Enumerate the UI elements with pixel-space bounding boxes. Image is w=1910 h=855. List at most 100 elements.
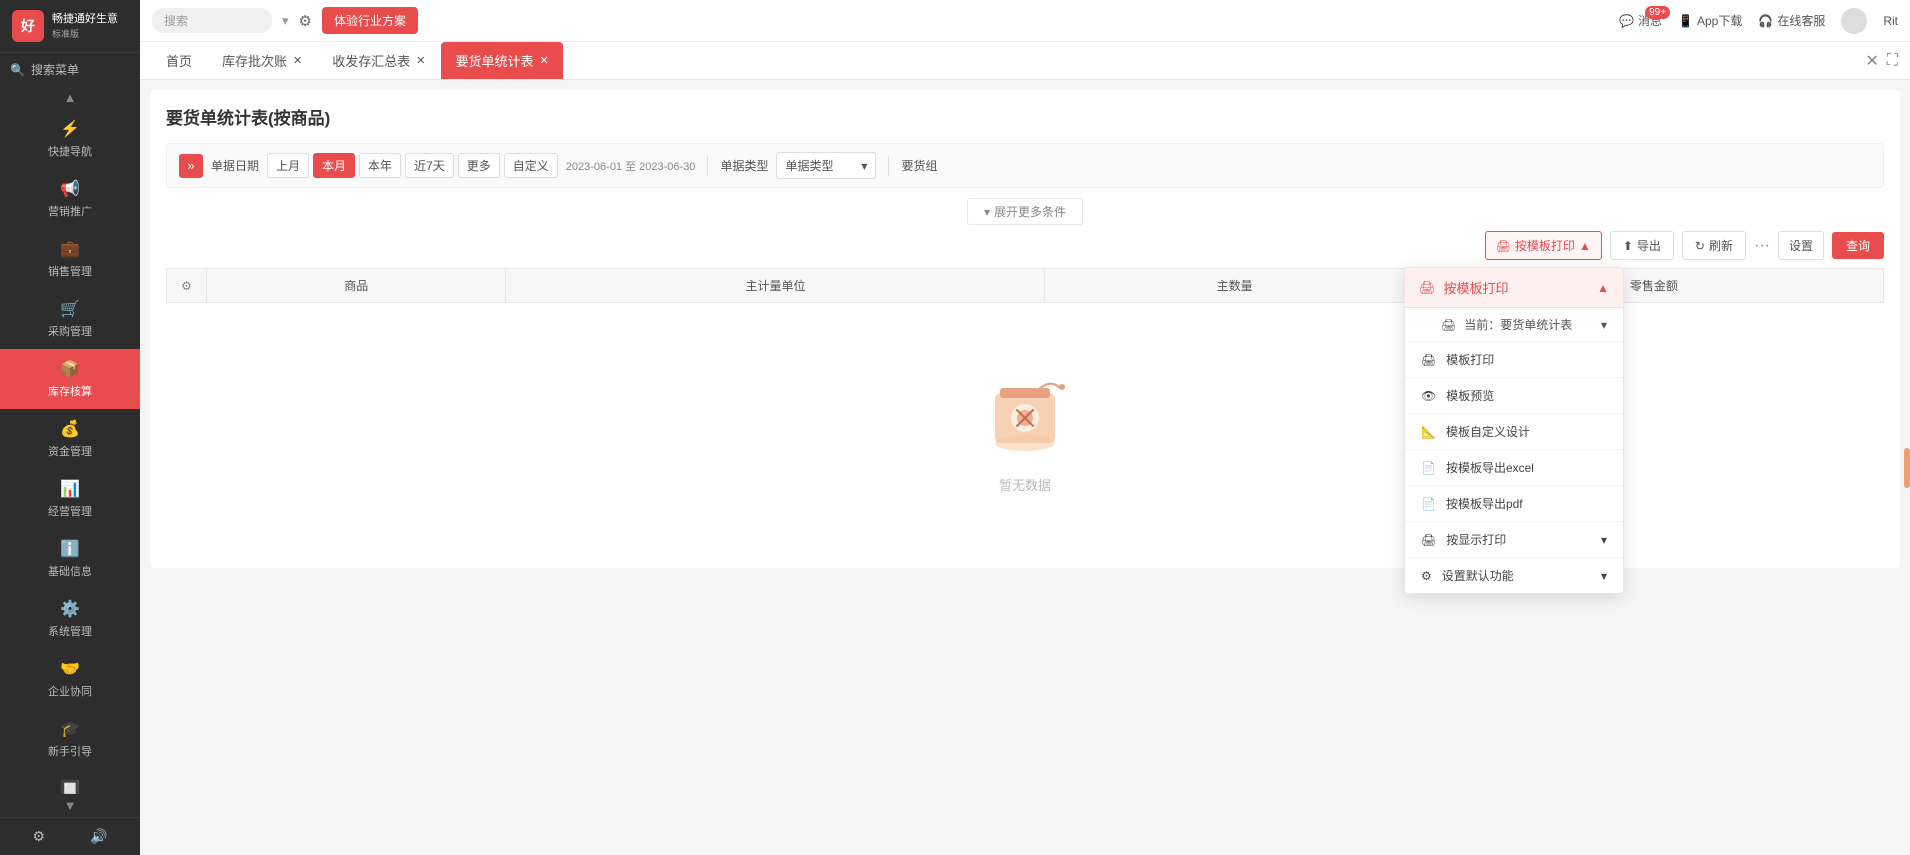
sidebar-item-inventory[interactable]: 📦 库存核算	[0, 349, 140, 409]
date-btn-custom[interactable]: 自定义	[504, 153, 558, 178]
select-chevron-icon: ▾	[861, 159, 867, 173]
sidebar-item-finance[interactable]: 💰 资金管理	[0, 409, 140, 469]
sidebar-item-purchase[interactable]: 🛒 采购管理	[0, 289, 140, 349]
date-btn-7days[interactable]: 近7天	[405, 153, 454, 178]
expand-arrow-icon: ▾	[984, 205, 990, 219]
dropdown-close-chevron[interactable]: ▲	[1597, 281, 1609, 295]
sidebar-speaker-btn[interactable]: 🔊	[90, 828, 107, 845]
filter-expand-btn[interactable]: »	[179, 154, 203, 178]
tab-inventory-batch[interactable]: 库存批次账 ✕	[208, 42, 316, 79]
template-design-item[interactable]: 📐 模板自定义设计	[1405, 414, 1623, 450]
set-default-icon: ⚙	[1421, 569, 1432, 583]
empty-text: 暂无数据	[999, 475, 1051, 494]
table-settings-icon[interactable]: ⚙	[181, 279, 192, 293]
sidebar-item-marketing[interactable]: 📢 营销推广	[0, 169, 140, 229]
template-print-item[interactable]: 🖨 模板打印	[1405, 342, 1623, 378]
user-avatar[interactable]	[1841, 8, 1867, 34]
tab-expand-btn[interactable]: ⛶	[1887, 52, 1898, 70]
sidebar-item-operation[interactable]: 📊 经营管理	[0, 469, 140, 529]
sidebar-item-basic[interactable]: ℹ️ 基础信息	[0, 529, 140, 589]
filter-bar: » 单据日期 上月 本月 本年 近7天 更多 自定义 2023-06-01 至 …	[166, 143, 1884, 188]
order-type-select[interactable]: 单据类型 ▾	[776, 152, 876, 179]
template-print-icon: 🖨	[1421, 353, 1436, 367]
topbar-gear-icon[interactable]: ⚙	[299, 12, 312, 30]
refresh-btn[interactable]: ↻ 刷新	[1682, 231, 1746, 260]
more-options-btn[interactable]: ···	[1754, 237, 1770, 255]
sidebar-item-coop[interactable]: 🤝 企业协同	[0, 649, 140, 709]
template-preview-item[interactable]: 👁 模板预览	[1405, 378, 1623, 414]
tab-close-btn[interactable]: ✕	[1865, 51, 1878, 71]
app-logo-text: 畅捷通好生意 标准版	[52, 12, 118, 39]
filter-divider2	[888, 156, 889, 176]
template-pdf-icon: 📄	[1421, 497, 1436, 511]
export-btn[interactable]: ⬆ 导出	[1610, 231, 1674, 260]
message-icon: 💬	[1619, 14, 1634, 28]
online-service-btn[interactable]: 🎧 在线客服	[1758, 12, 1825, 29]
topbar-search-box[interactable]: 搜索	[152, 8, 272, 33]
search-icon: 🔍	[10, 63, 25, 77]
sidebar-item-sales[interactable]: 💼 销售管理	[0, 229, 140, 289]
query-btn[interactable]: 查询	[1832, 232, 1884, 259]
print-dropdown-icon: 🖨	[1419, 280, 1436, 296]
filter-divider	[707, 156, 708, 176]
print-chevron-icon: ▲	[1579, 239, 1591, 253]
resize-handle[interactable]	[1904, 448, 1910, 488]
avatar-image	[1841, 8, 1867, 34]
date-btn-last-month[interactable]: 上月	[267, 153, 309, 178]
tab-receivables[interactable]: 收发存汇总表 ✕	[318, 42, 439, 79]
sidebar-settings-btn[interactable]: ⚙	[33, 828, 46, 845]
settings-btn[interactable]: 设置	[1778, 231, 1824, 260]
print-dropdown: 🖨 按模板打印 ▲ 🖨 当前：要货单统计表 ▾ 🖨	[1404, 267, 1624, 594]
trial-btn[interactable]: 体验行业方案	[322, 7, 418, 34]
topbar-actions: 💬 消息 99+ 📱 App下载 🎧 在线客服 Rit	[1619, 8, 1898, 34]
template-pdf-item[interactable]: 📄 按模板导出pdf	[1405, 486, 1623, 522]
display-print-item[interactable]: 🖨 按显示打印 ▾	[1405, 522, 1623, 558]
expand-more-btn[interactable]: ▾ 展开更多条件	[967, 198, 1083, 225]
col-quantity: 主数量	[1045, 269, 1424, 303]
data-table: ⚙ 商品 主计量单位 主数量 零售金额	[166, 268, 1884, 303]
tab-order-stats[interactable]: 要货单统计表 ✕	[441, 42, 562, 79]
tab-close-receivables[interactable]: ✕	[416, 54, 425, 67]
date-options: 上月 本月 本年 近7天 更多 自定义	[267, 153, 558, 178]
sidebar-scroll-up[interactable]: ▲	[0, 86, 140, 109]
date-btn-more[interactable]: 更多	[458, 153, 500, 178]
template-excel-item[interactable]: 📄 按模板导出excel	[1405, 450, 1623, 486]
template-preview-icon: 👁	[1421, 389, 1436, 403]
system-icon: ⚙️	[60, 599, 80, 619]
tab-close-inventory-batch[interactable]: ✕	[293, 54, 302, 67]
sidebar-item-newbie[interactable]: 🎓 新手引导	[0, 709, 140, 769]
username-label: Rit	[1883, 14, 1898, 28]
date-btn-this-month[interactable]: 本月	[313, 153, 355, 178]
page-inner: 要货单统计表(按商品) » 单据日期 上月 本月 本年 近7天 更多 自定义 2…	[150, 90, 1900, 568]
set-default-item[interactable]: ⚙ 设置默认功能 ▾	[1405, 558, 1623, 593]
display-print-chevron: ▾	[1601, 533, 1607, 547]
export-icon: ⬆	[1623, 239, 1633, 253]
current-chevron-icon: ▾	[1601, 318, 1607, 332]
tabs-right-controls: ✕ ⛶	[1865, 51, 1898, 71]
tab-home[interactable]: 首页	[152, 42, 206, 79]
print-dropdown-header[interactable]: 🖨 按模板打印 ▲	[1405, 268, 1623, 308]
print-template-btn[interactable]: 🖨 按模板打印 ▲	[1485, 231, 1602, 260]
expand-row: ▾ 展开更多条件	[166, 198, 1884, 225]
operation-icon: 📊	[60, 479, 80, 499]
sidebar-item-appstore[interactable]: 🔲 应用中心	[0, 769, 140, 794]
message-btn[interactable]: 💬 消息 99+	[1619, 12, 1662, 29]
sidebar-items: ⚡ 快捷导航 📢 营销推广 💼 销售管理 🛒 采购管理 📦 库存核算 💰 资金管…	[0, 109, 140, 794]
inventory-icon: 📦	[60, 359, 80, 379]
current-template-item[interactable]: 🖨 当前：要货单统计表 ▾	[1405, 308, 1623, 342]
quick-nav-icon: ⚡	[60, 119, 80, 139]
table-header: ⚙ 商品 主计量单位 主数量 零售金额	[167, 269, 1884, 303]
sidebar-search[interactable]: 🔍 搜索菜单	[0, 53, 140, 86]
sidebar-scroll-down[interactable]: ▼	[0, 794, 140, 817]
col-settings: ⚙	[167, 269, 207, 303]
sidebar-item-system[interactable]: ⚙️ 系统管理	[0, 589, 140, 649]
tabs-bar: 首页 库存批次账 ✕ 收发存汇总表 ✕ 要货单统计表 ✕ ✕ ⛶	[140, 42, 1910, 80]
topbar-chevron-icon[interactable]: ▾	[282, 13, 289, 29]
marketing-icon: 📢	[60, 179, 80, 199]
sidebar-item-quick-nav[interactable]: ⚡ 快捷导航	[0, 109, 140, 169]
toolbar: 🖨 按模板打印 ▲ ⬆ 导出 ↻ 刷新 ··· 设置 查询	[166, 231, 1884, 260]
app-download-btn[interactable]: 📱 App下载	[1678, 12, 1742, 29]
refresh-icon: ↻	[1695, 239, 1705, 253]
date-btn-this-year[interactable]: 本年	[359, 153, 401, 178]
tab-close-order-stats[interactable]: ✕	[540, 54, 549, 67]
